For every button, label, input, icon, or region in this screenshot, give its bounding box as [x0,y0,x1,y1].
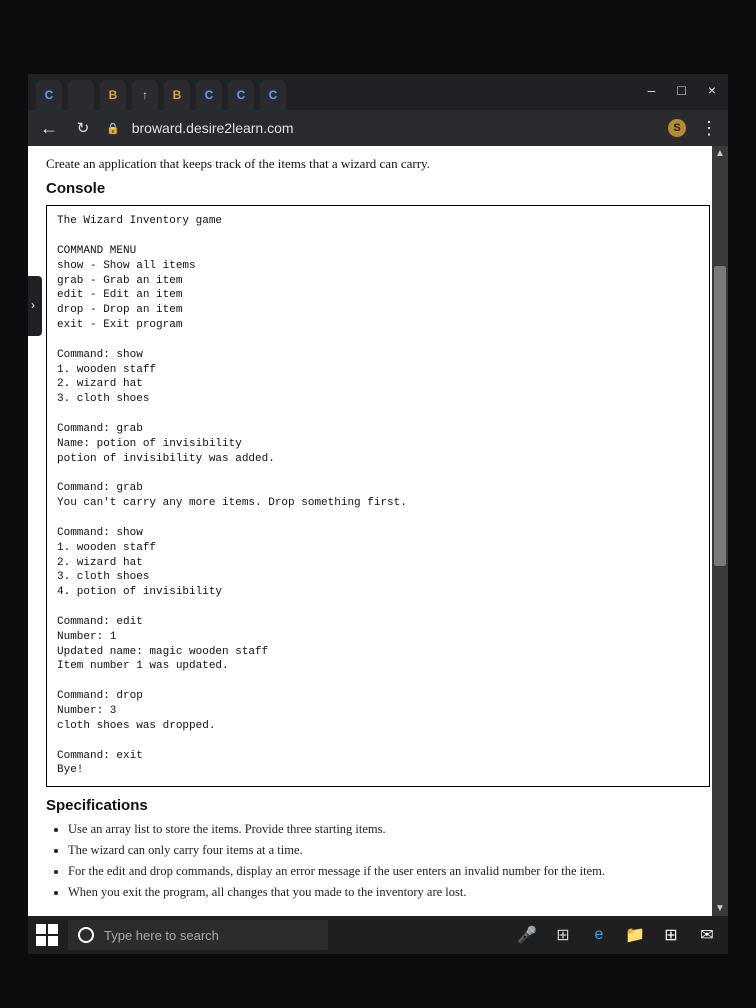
tab-strip: CB↑BCCC [28,74,728,110]
spec-item: When you exit the program, all changes t… [68,885,710,900]
profile-badge[interactable]: S [668,119,686,137]
reload-button[interactable]: ↻ [72,119,94,137]
scroll-down-icon[interactable]: ▼ [712,903,728,914]
start-button[interactable] [36,924,58,946]
browser-tab[interactable] [68,80,94,110]
console-heading: Console [46,180,710,197]
maximize-button[interactable]: □ [677,82,685,98]
page-content: Create an application that keeps track o… [28,146,728,916]
scroll-up-icon[interactable]: ▲ [712,148,728,159]
browser-tab[interactable]: ↑ [132,80,158,110]
close-button[interactable]: × [708,82,716,98]
browser-tab[interactable]: C [196,80,222,110]
store-icon[interactable]: ⊞ [658,925,684,945]
intro-text: Create an application that keeps track o… [46,156,710,172]
taskbar: Type here to search 🎤 ⊞ e 📁 ⊞ ✉ [28,916,728,954]
scrollbar[interactable]: ▲ ▼ [712,146,728,916]
url-display[interactable]: broward.desire2learn.com [132,120,656,136]
spec-item: For the edit and drop commands, display … [68,864,710,879]
edge-icon[interactable]: e [586,926,612,944]
specs-heading: Specifications [46,797,710,814]
page-viewport: Create an application that keeps track o… [28,146,728,916]
browser-tab[interactable]: B [100,80,126,110]
scroll-thumb[interactable] [714,266,726,566]
spec-item: Use an array list to store the items. Pr… [68,822,710,837]
back-button[interactable]: ← [38,118,60,139]
browser-window: – □ × CB↑BCCC ← ↻ 🔒 broward.desire2learn… [28,74,728,954]
browser-tab[interactable]: C [260,80,286,110]
browser-tab[interactable]: B [164,80,190,110]
spec-item: The wizard can only carry four items at … [68,843,710,858]
taskbar-search[interactable]: Type here to search [68,920,328,950]
console-output: The Wizard Inventory game COMMAND MENU s… [46,205,710,787]
lock-icon: 🔒 [106,122,120,135]
cortana-mic-icon[interactable]: 🎤 [514,925,540,945]
browser-tab[interactable]: C [228,80,254,110]
search-icon [78,927,94,943]
side-panel-toggle[interactable] [28,276,42,336]
browser-tab[interactable]: C [36,80,62,110]
minimize-button[interactable]: – [648,82,656,98]
task-view-icon[interactable]: ⊞ [550,925,576,945]
specs-list: Use an array list to store the items. Pr… [46,822,710,900]
address-bar: ← ↻ 🔒 broward.desire2learn.com S ⋮ [28,110,728,146]
file-explorer-icon[interactable]: 📁 [622,925,648,945]
search-placeholder: Type here to search [104,928,219,943]
photo-frame: – □ × CB↑BCCC ← ↻ 🔒 broward.desire2learn… [0,0,756,1008]
window-controls: – □ × [648,82,716,98]
browser-menu-button[interactable]: ⋮ [700,118,718,139]
mail-icon[interactable]: ✉ [694,925,720,945]
